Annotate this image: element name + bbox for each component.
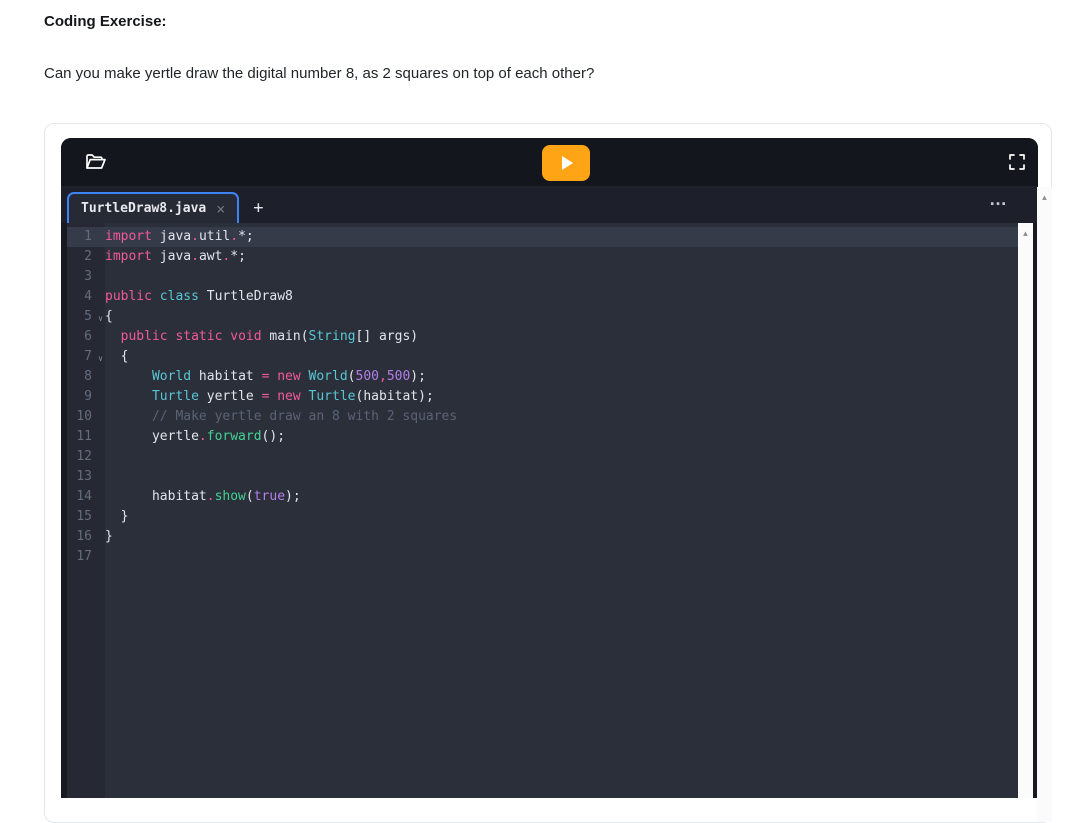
line-number: 13 bbox=[76, 469, 92, 484]
code-text: import java.awt.*; bbox=[105, 249, 246, 264]
code-text: import java.util.*; bbox=[105, 229, 254, 244]
tab-label: TurtleDraw8.java bbox=[81, 201, 207, 216]
tab-turtledraw8-java[interactable]: TurtleDraw8.java × bbox=[67, 192, 240, 223]
code-text: // Make yertle draw an 8 with 2 squares bbox=[151, 409, 458, 424]
code-line[interactable]: 16} bbox=[67, 527, 1018, 547]
code-line[interactable]: 2 import java.awt.*; bbox=[67, 247, 1018, 267]
fold-chevron-icon[interactable]: ∨ bbox=[98, 349, 103, 369]
code-text: public class TurtleDraw8 bbox=[105, 289, 293, 304]
fold-chevron-icon[interactable]: ∨ bbox=[98, 309, 103, 329]
line-number: 12 bbox=[76, 449, 92, 464]
line-number: 17 bbox=[76, 549, 92, 564]
code-text: yertle.forward(); bbox=[105, 429, 286, 444]
code-line[interactable]: 14 habitat.show(true); bbox=[67, 487, 1018, 507]
line-number: 10 bbox=[76, 409, 92, 424]
line-number: 2 bbox=[84, 249, 92, 264]
line-number: 3 bbox=[84, 269, 92, 284]
code-line[interactable]: 3 bbox=[67, 267, 1018, 287]
widget-scrollbar[interactable]: ▲ bbox=[1037, 187, 1052, 822]
scroll-up-icon[interactable]: ▲ bbox=[1041, 193, 1049, 202]
code-text: } bbox=[105, 509, 129, 524]
code-line[interactable]: 9 Turtle yertle = new Turtle(habitat); bbox=[67, 387, 1018, 407]
code-exercise-card: TurtleDraw8.java × + … 1 import java.util… bbox=[44, 123, 1052, 823]
embedded-ide: TurtleDraw8.java × + … 1 import java.util… bbox=[61, 138, 1038, 798]
scroll-up-icon[interactable]: ▲ bbox=[1022, 229, 1030, 238]
line-number: 14 bbox=[76, 489, 92, 504]
line-number: 1 bbox=[84, 229, 92, 244]
code-line[interactable]: 17 bbox=[67, 547, 1018, 567]
more-options-icon[interactable]: … bbox=[989, 189, 1008, 210]
line-number: 5 ∨ bbox=[67, 307, 105, 327]
close-tab-icon[interactable]: × bbox=[216, 200, 225, 218]
line-number: 6 bbox=[84, 329, 92, 344]
line-number: 7 ∨ bbox=[67, 347, 105, 367]
code-line[interactable]: 5 ∨{ bbox=[67, 307, 1018, 327]
ide-header bbox=[61, 138, 1038, 186]
code-line[interactable]: 15 } bbox=[67, 507, 1018, 527]
code-lines[interactable]: 1 import java.util.*; 2 import java.awt.*; 3… bbox=[67, 223, 1018, 798]
line-number: 4 bbox=[84, 289, 92, 304]
line-number: 11 bbox=[76, 429, 92, 444]
code-line[interactable]: 12 bbox=[67, 447, 1018, 467]
page-title: Coding Exercise: bbox=[44, 13, 167, 30]
code-editor: 1 import java.util.*; 2 import java.awt.*; 3… bbox=[61, 223, 1038, 798]
code-text: } bbox=[105, 529, 113, 544]
editor-scrollbar[interactable]: ▲ bbox=[1018, 223, 1033, 798]
code-line[interactable]: 8 World habitat = new World(500,500); bbox=[67, 367, 1018, 387]
code-text: { bbox=[105, 349, 129, 364]
code-text: habitat.show(true); bbox=[105, 489, 301, 504]
exercise-question: Can you make yertle draw the digital num… bbox=[44, 65, 595, 82]
code-line[interactable]: 6 public static void main(String[] args) bbox=[67, 327, 1018, 347]
play-icon bbox=[561, 156, 573, 170]
line-number: 9 bbox=[84, 389, 92, 404]
code-line[interactable]: 13 bbox=[67, 467, 1018, 487]
line-number: 8 bbox=[84, 369, 92, 384]
run-button[interactable] bbox=[541, 145, 590, 181]
add-tab-button[interactable]: + bbox=[253, 200, 263, 217]
fullscreen-icon[interactable] bbox=[1008, 153, 1026, 171]
code-line[interactable]: 11 yertle.forward(); bbox=[67, 427, 1018, 447]
tab-bar: TurtleDraw8.java × + … bbox=[61, 186, 1038, 223]
code-line[interactable]: 4 public class TurtleDraw8 bbox=[67, 287, 1018, 307]
code-text: World habitat = new World(500,500); bbox=[151, 369, 426, 384]
line-number: 15 bbox=[76, 509, 92, 524]
code-text: { bbox=[105, 309, 113, 324]
code-text: Turtle yertle = new Turtle(habitat); bbox=[151, 389, 434, 404]
code-line[interactable]: 1 import java.util.*; bbox=[67, 227, 1018, 247]
code-line[interactable]: 7 ∨ { bbox=[67, 347, 1018, 367]
code-text: public static void main(String[] args) bbox=[120, 329, 419, 344]
code-line[interactable]: 10 // Make yertle draw an 8 with 2 squar… bbox=[67, 407, 1018, 427]
open-folder-icon[interactable] bbox=[85, 153, 107, 171]
line-number: 16 bbox=[76, 529, 92, 544]
